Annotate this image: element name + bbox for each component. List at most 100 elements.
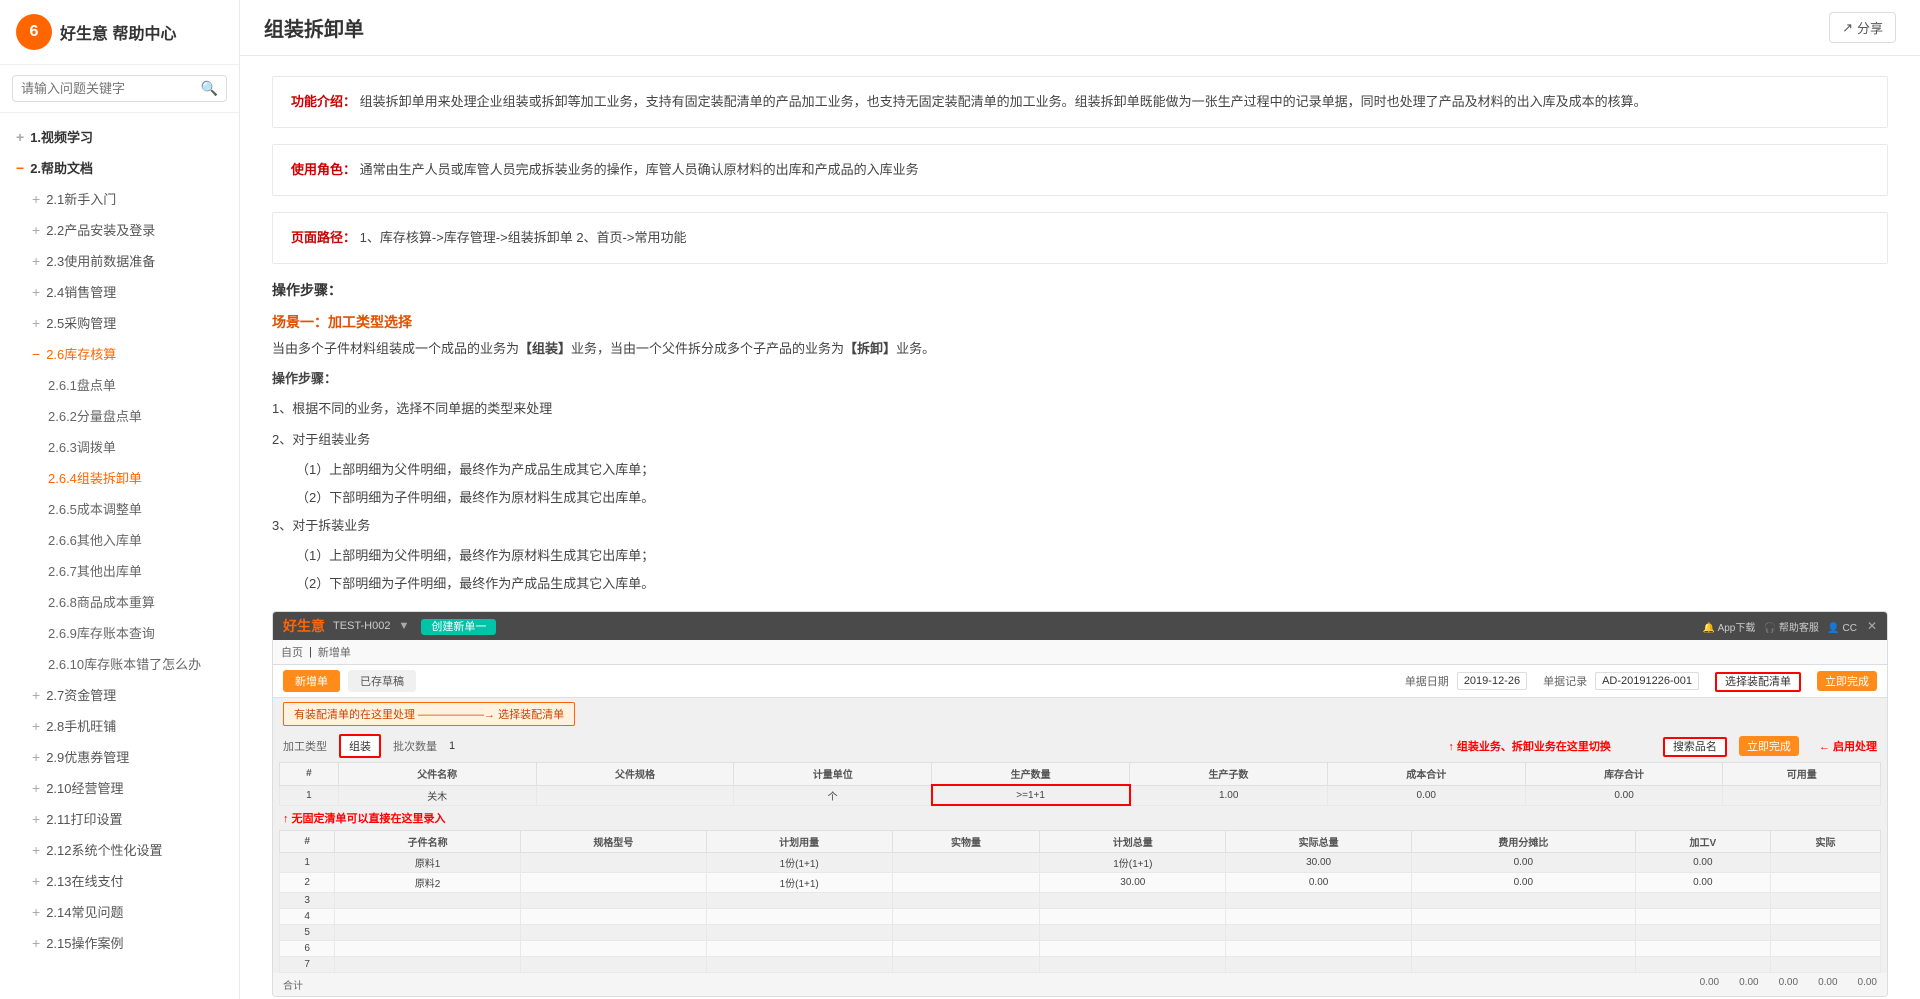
share-icon: ↗ — [1842, 20, 1853, 36]
table-row: 5 — [280, 925, 1881, 941]
nav-label: 2.6.2分量盘点单 — [48, 406, 142, 425]
nav-label: 2.7资金管理 — [46, 685, 116, 704]
ss-title: TEST-H002 — [333, 620, 390, 632]
sidebar-item-2-5[interactable]: +2.5采购管理 — [0, 307, 239, 338]
intro-label: 功能介绍： — [291, 94, 356, 109]
ss-process-value[interactable]: 组装 — [339, 734, 381, 758]
nav-label: 2.10经营管理 — [46, 778, 123, 797]
role-text: 通常由生产人员或库管人员完成拆装业务的操作，库管人员确认原材料的出库和产成品的入… — [360, 162, 919, 177]
plus-icon: + — [32, 780, 40, 796]
sidebar-item-2-10[interactable]: +2.10经营管理 — [0, 772, 239, 803]
sidebar-item-2-6-10[interactable]: 2.6.10库存账本错了怎么办 — [0, 648, 239, 679]
table-row: 7 — [280, 957, 1881, 973]
ss-id-label: 单据记录 — [1543, 673, 1587, 689]
plus-icon: + — [32, 935, 40, 951]
sidebar-item-2-4[interactable]: +2.4销售管理 — [0, 276, 239, 307]
ss-annotation1: 有装配清单的在这里处理 ——————→ 选择装配清单 — [283, 702, 575, 726]
ss-add-row-btn[interactable]: 立即完成 — [1739, 736, 1799, 756]
sidebar-item-2-2[interactable]: +2.2产品安装及登录 — [0, 214, 239, 245]
ss-search-input[interactable]: 搜索品名 — [1663, 737, 1727, 757]
ss-qty-value: 1 — [449, 740, 455, 752]
plus-icon: + — [32, 315, 40, 331]
nav-label: 2.5采购管理 — [46, 313, 116, 332]
nav-label: 2.15操作案例 — [46, 933, 123, 952]
ss-th2-actual-total: 实际总量 — [1226, 831, 1412, 853]
role-block: 使用角色： 通常由生产人员或库管人员完成拆装业务的操作，库管人员确认原材料的出库… — [272, 144, 1888, 196]
table-row: 1 关木 个 >=1+1 1.00 0.00 0.00 — [280, 785, 1881, 805]
sidebar-item-2-13[interactable]: +2.13在线支付 — [0, 865, 239, 896]
sidebar-item-2-3[interactable]: +2.3使用前数据准备 — [0, 245, 239, 276]
ss-assembly-btn[interactable]: 选择装配清单 — [1715, 672, 1801, 692]
plus-icon: + — [32, 284, 40, 300]
nav-label: 2.9优惠券管理 — [46, 747, 129, 766]
ss-date-value: 2019-12-26 — [1457, 672, 1527, 690]
table-row: 1 原料1 1份(1+1) 1份(1+1) 30.00 0.00 0.00 — [280, 853, 1881, 873]
sidebar-item-2-7[interactable]: +2.7资金管理 — [0, 679, 239, 710]
ss-toolbar: 新增单 已存草稿 单据日期 2019-12-26 单据记录 AD-2019122… — [273, 665, 1887, 698]
sidebar-item-2-6-9[interactable]: 2.6.9库存账本查询 — [0, 617, 239, 648]
nav-label: 2.6.9库存账本查询 — [48, 623, 155, 642]
table-row: 2 原料2 1份(1+1) 30.00 0.00 0.00 0.00 — [280, 873, 1881, 893]
ss-annotation-area: 有装配清单的在这里处理 ——————→ 选择装配清单 — [273, 698, 1887, 730]
search-input[interactable] — [21, 81, 201, 96]
topbar: 组装拆卸单 ↗ 分享 — [240, 0, 1920, 56]
logo-area: 6 好生意 帮助中心 — [0, 0, 239, 65]
sidebar-item-2-6-2[interactable]: 2.6.2分量盘点单 — [0, 400, 239, 431]
sidebar-item-2-6-8[interactable]: 2.6.8商品成本重算 — [0, 586, 239, 617]
nav-label: 2.14常见问题 — [46, 902, 123, 921]
sidebar-item-2-6-4[interactable]: 2.6.4组装拆卸单 — [0, 462, 239, 493]
share-button[interactable]: ↗ 分享 — [1829, 12, 1896, 43]
nav-label: 2.6.10库存账本错了怎么办 — [48, 654, 201, 673]
ss-th-prod-qty: 生产数量 — [932, 763, 1130, 786]
sidebar-item-2-8[interactable]: +2.8手机旺铺 — [0, 710, 239, 741]
sidebar-item-2-9[interactable]: +2.9优惠券管理 — [0, 741, 239, 772]
sidebar-item-2-11[interactable]: +2.11打印设置 — [0, 803, 239, 834]
sidebar-item-1[interactable]: +1.视频学习 — [0, 121, 239, 152]
sidebar-item-2-14[interactable]: +2.14常见问题 — [0, 896, 239, 927]
ss-th2-child-name: 子件名称 — [335, 831, 521, 853]
plus-icon: + — [32, 811, 40, 827]
path-block: 页面路径： 1、库存核算->库存管理->组装拆卸单 2、首页->常用功能 — [272, 212, 1888, 264]
page-title: 组装拆卸单 — [264, 13, 364, 42]
sidebar-item-2[interactable]: −2.帮助文档 — [0, 152, 239, 183]
ss-id-value: AD-20191226-001 — [1595, 672, 1699, 690]
search-icon: 🔍 — [201, 80, 218, 97]
sidebar-item-2-12[interactable]: +2.12系统个性化设置 — [0, 834, 239, 865]
sidebar-item-2-15[interactable]: +2.15操作案例 — [0, 927, 239, 958]
ss-th2-plan-total: 计划总量 — [1040, 831, 1226, 853]
nav-label: 2.4销售管理 — [46, 282, 116, 301]
nav-label: 1.视频学习 — [30, 127, 93, 146]
sidebar-item-2-1[interactable]: +2.1新手入门 — [0, 183, 239, 214]
ss-th2-num: # — [280, 831, 335, 853]
path-text: 1、库存核算->库存管理->组装拆卸单 2、首页->常用功能 — [360, 230, 687, 245]
plus-icon: + — [32, 253, 40, 269]
content-area: 功能介绍： 组装拆卸单用来处理企业组装或拆卸等加工业务，支持有固定装配清单的产品… — [240, 56, 1920, 999]
sidebar-item-2-6-6[interactable]: 2.6.6其他入库单 — [0, 524, 239, 555]
ss-th-unit: 计量单位 — [734, 763, 932, 786]
sidebar-item-2-6-5[interactable]: 2.6.5成本调整单 — [0, 493, 239, 524]
sidebar-item-2-6-3[interactable]: 2.6.3调拨单 — [0, 431, 239, 462]
search-area: 🔍 — [0, 65, 239, 113]
ss-tab-active[interactable]: 新增单 — [283, 670, 340, 692]
logo-icon: 6 — [16, 14, 52, 50]
ss-tab2[interactable]: 已存草稿 — [348, 670, 416, 692]
step3-1: （1）上部明细为父件明细，最终作为原材料生成其它出库单； — [296, 545, 1888, 567]
table-row: 3 — [280, 893, 1881, 909]
ss-date-label: 单据日期 — [1405, 673, 1449, 689]
search-box[interactable]: 🔍 — [12, 75, 227, 102]
minus-icon: − — [16, 160, 24, 176]
ss-th2-process: 加工V — [1635, 831, 1770, 853]
step2-1: （1）上部明细为父件明细，最终作为产成品生成其它入库单； — [296, 459, 1888, 481]
nav-label: 2.6.5成本调整单 — [48, 499, 142, 518]
sidebar-item-2-6-1[interactable]: 2.6.1盘点单 — [0, 369, 239, 400]
step1: 1、根据不同的业务，选择不同单据的类型来处理 — [272, 398, 1888, 420]
step2: 2、对于组装业务 — [272, 429, 1888, 451]
sidebar-item-2-6[interactable]: −2.6库存核算 — [0, 338, 239, 369]
screenshot-box: 好生意 TEST-H002 ▼ 创建新单一 🔔 App下载 🎧 帮助客服 👤 C… — [272, 611, 1888, 997]
sidebar-item-2-6-7[interactable]: 2.6.7其他出库单 — [0, 555, 239, 586]
ss-save-btn[interactable]: 立即完成 — [1817, 671, 1877, 691]
nav-label: 2.13在线支付 — [46, 871, 123, 890]
ss-th-parent-spec: 父件规格 — [536, 763, 734, 786]
step3: 3、对于拆装业务 — [272, 515, 1888, 537]
nav-label: 2.帮助文档 — [30, 158, 93, 177]
